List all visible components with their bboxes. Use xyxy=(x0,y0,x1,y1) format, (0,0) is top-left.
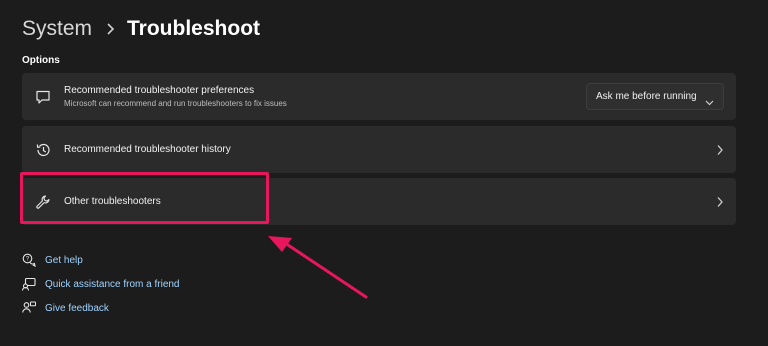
chevron-right-icon xyxy=(106,23,115,35)
breadcrumb: System Troubleshoot xyxy=(22,14,260,44)
feedback-icon xyxy=(22,301,36,315)
dropdown-value: Ask me before running xyxy=(596,91,697,102)
chevron-right-icon xyxy=(716,143,724,161)
breadcrumb-system[interactable]: System xyxy=(22,17,92,41)
other-troubleshooters-card[interactable]: Other troubleshooters xyxy=(22,178,736,225)
page-title: Troubleshoot xyxy=(127,17,261,40)
card-title: Other troubleshooters xyxy=(64,196,161,207)
chevron-down-icon xyxy=(705,93,714,111)
svg-text:?: ? xyxy=(26,257,30,263)
card-title: Recommended troubleshooter history xyxy=(64,144,231,155)
get-help-link[interactable]: ? Get help xyxy=(22,248,180,272)
give-feedback-link[interactable]: Give feedback xyxy=(22,296,180,320)
section-label: Options xyxy=(22,55,60,66)
troubleshooter-history-card[interactable]: Recommended troubleshooter history xyxy=(22,126,736,173)
chat-bubble-icon xyxy=(34,88,52,106)
card-title: Recommended troubleshooter preferences xyxy=(64,85,255,96)
help-icon: ? xyxy=(22,253,36,267)
link-label: Quick assistance from a friend xyxy=(45,278,180,290)
link-label: Give feedback xyxy=(45,302,109,314)
recommended-preferences-card: Recommended troubleshooter preferences M… xyxy=(22,73,736,120)
card-subtitle: Microsoft can recommend and run troubles… xyxy=(64,99,287,108)
link-label: Get help xyxy=(45,254,83,266)
troubleshooter-preference-dropdown[interactable]: Ask me before running xyxy=(586,83,724,110)
quick-assist-icon xyxy=(22,277,36,291)
wrench-icon xyxy=(34,193,52,211)
history-icon xyxy=(34,141,52,159)
help-links: ? Get help Quick assistance from a frien… xyxy=(22,248,180,320)
chevron-right-icon xyxy=(716,195,724,213)
quick-assistance-link[interactable]: Quick assistance from a friend xyxy=(22,272,180,296)
